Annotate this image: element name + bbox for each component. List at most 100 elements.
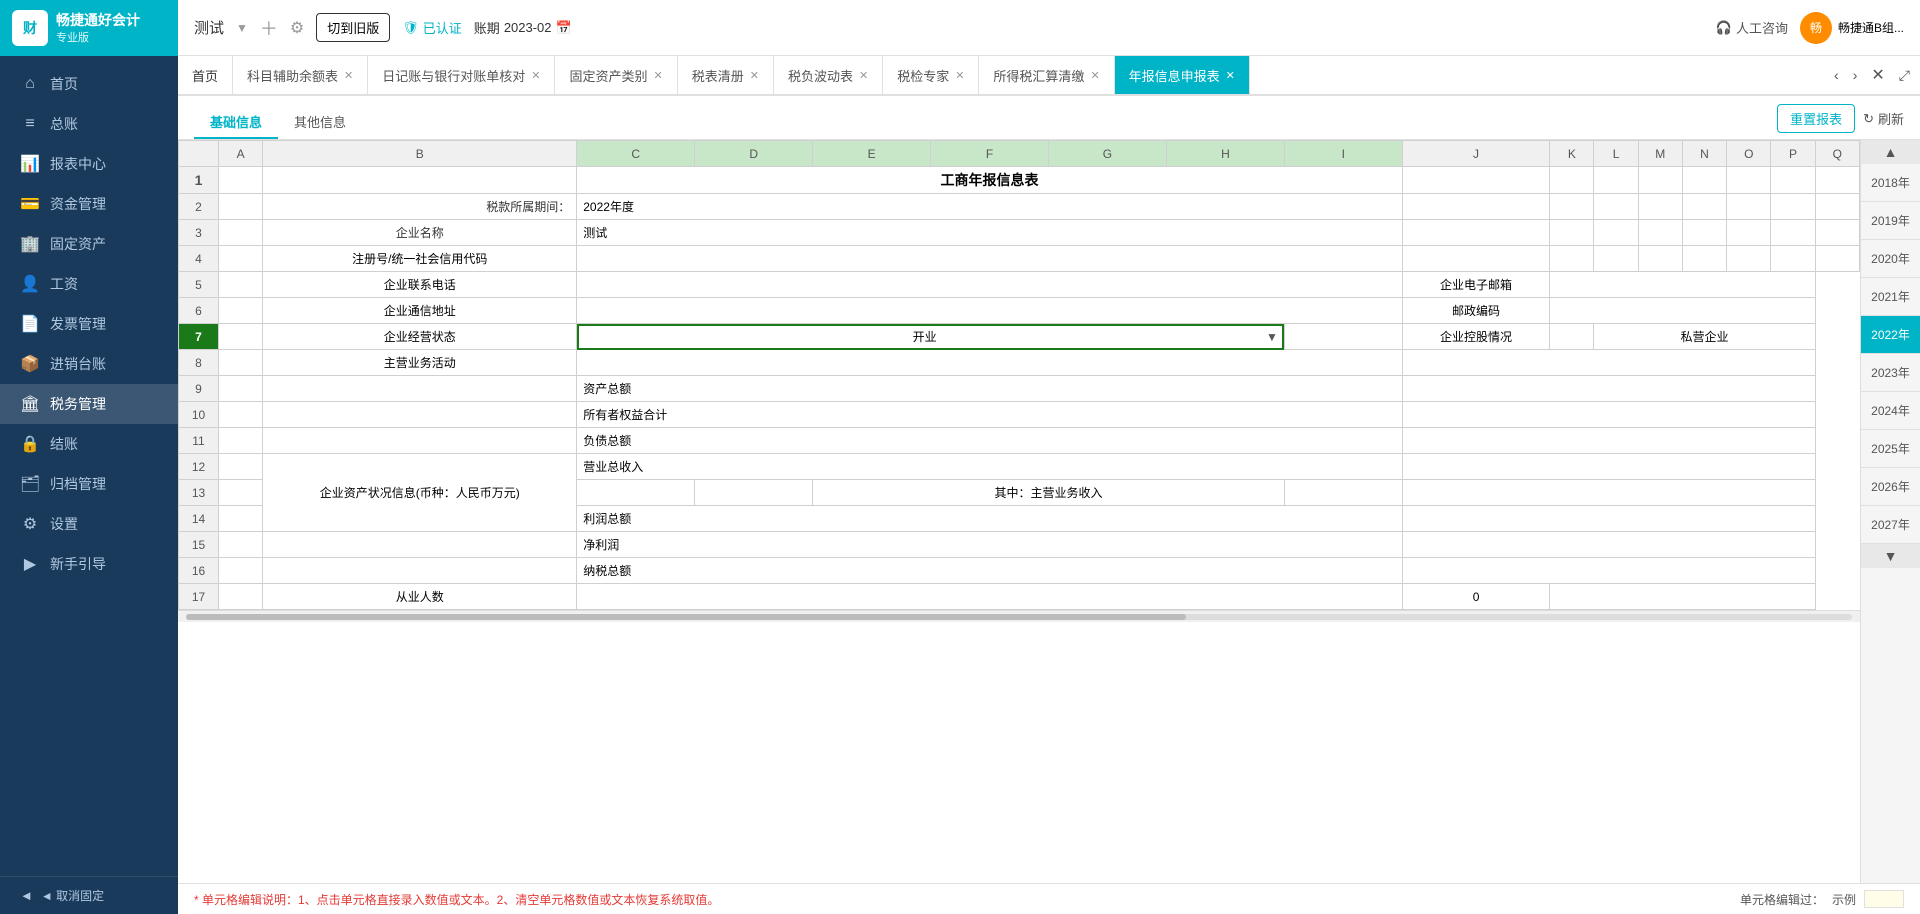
year-item-2026[interactable]: 2026年 [1861,468,1920,506]
horizontal-scrollbar[interactable] [178,610,1860,622]
cell-2-K[interactable] [1550,194,1594,220]
cell-1-Q[interactable] [1815,167,1859,194]
sidebar-item-home[interactable]: ⌂ 首页 [0,64,178,104]
cell-2-P[interactable] [1771,194,1815,220]
cell-7-L[interactable]: 私营企业 [1594,324,1815,350]
year-panel-up-arrow[interactable]: ▲ [1861,140,1920,164]
cell-14-A[interactable] [219,506,263,532]
cell-1-L[interactable] [1594,167,1638,194]
cell-2-L[interactable] [1594,194,1638,220]
cell-4-N[interactable] [1682,246,1726,272]
cell-4-C[interactable] [577,246,1403,272]
cell-3-A[interactable] [219,220,263,246]
cell-10-J[interactable] [1402,402,1815,428]
cell-15-J[interactable] [1402,532,1815,558]
cell-6-C[interactable] [577,298,1403,324]
cell-8-J[interactable] [1402,350,1815,376]
year-item-2022[interactable]: 2022年 [1861,316,1920,354]
tab-tax-expert[interactable]: 税检专家 ✕ [883,56,979,94]
cell-4-P[interactable] [1771,246,1815,272]
cell-13-E[interactable]: 其中：主营业务收入 [813,480,1285,506]
cell-1-A[interactable] [219,167,263,194]
cell-3-J[interactable] [1402,220,1549,246]
cell-4-A[interactable] [219,246,263,272]
cell-5-K[interactable] [1550,272,1815,298]
cell-17-K[interactable] [1550,584,1815,610]
cell-16-A[interactable] [219,558,263,584]
cell-3-Q[interactable] [1815,220,1859,246]
cell-3-P[interactable] [1771,220,1815,246]
cell-3-N[interactable] [1682,220,1726,246]
year-item-2020[interactable]: 2020年 [1861,240,1920,278]
cell-4-L[interactable] [1594,246,1638,272]
cell-1-M[interactable] [1638,167,1682,194]
year-item-2023[interactable]: 2023年 [1861,354,1920,392]
year-item-2027[interactable]: 2027年 [1861,506,1920,544]
cell-16-B[interactable] [263,558,577,584]
cell-17-J[interactable]: 0 [1402,584,1549,610]
tab-annual[interactable]: 年报信息申报表 ✕ [1115,56,1250,94]
cell-17-B[interactable]: 从业人数 [263,584,577,610]
cell-7-J[interactable]: 企业控股情况 [1402,324,1549,350]
cell-11-B[interactable] [263,428,577,454]
reset-report-button[interactable]: 重置报表 [1777,104,1855,133]
cell-1-K[interactable] [1550,167,1594,194]
cell-5-A[interactable] [219,272,263,298]
cell-13-A[interactable] [219,480,263,506]
cell-4-M[interactable] [1638,246,1682,272]
cell-8-B[interactable]: 主营业务活动 [263,350,577,376]
sidebar-item-invoice[interactable]: 📄 发票管理 [0,304,178,344]
cell-16-J[interactable] [1402,558,1815,584]
cell-5-B[interactable]: 企业联系电话 [263,272,577,298]
cell-6-A[interactable] [219,298,263,324]
tab-aux[interactable]: 科目辅助余额表 ✕ [233,56,368,94]
cell-1-title[interactable]: 工商年报信息表 [577,167,1403,194]
sidebar-item-stock[interactable]: 📦 进销台账 [0,344,178,384]
cell-9-B[interactable] [263,376,577,402]
tab-next-btn[interactable]: › [1847,63,1864,87]
cell-10-B[interactable] [263,402,577,428]
cell-13-J[interactable] [1402,480,1815,506]
topbar-dropdown-arrow[interactable]: ▼ [236,21,248,35]
cell-3-B[interactable]: 企业名称 [263,220,577,246]
cell-10-A[interactable] [219,402,263,428]
cell-14-C[interactable]: 利润总额 [577,506,1403,532]
tab-home[interactable]: 首页 [178,56,233,94]
spreadsheet-main[interactable]: A B C D E F G H I J K L M [178,140,1860,883]
cell-17-A[interactable] [219,584,263,610]
tab-income-tax[interactable]: 所得税汇算清缴 ✕ [979,56,1114,94]
year-item-2025[interactable]: 2025年 [1861,430,1920,468]
cell-15-C[interactable]: 净利润 [577,532,1403,558]
cell-13-I[interactable] [1284,480,1402,506]
cell-13-D[interactable] [695,480,813,506]
cell-15-A[interactable] [219,532,263,558]
cell-3-O[interactable] [1727,220,1771,246]
tab-aux-close[interactable]: ✕ [344,69,353,82]
cell-6-B[interactable]: 企业通信地址 [263,298,577,324]
cell-3-M[interactable] [1638,220,1682,246]
cell-2-Q[interactable] [1815,194,1859,220]
sidebar-item-fund[interactable]: 💳 资金管理 [0,184,178,224]
topbar-service-btn[interactable]: 🎧 人工咨询 [1716,18,1788,37]
cell-2-A[interactable] [219,194,263,220]
cell-8-C[interactable] [577,350,1403,376]
cell-9-J[interactable] [1402,376,1815,402]
tab-tax-expert-close[interactable]: ✕ [955,69,964,82]
cell-11-A[interactable] [219,428,263,454]
subtab-basic[interactable]: 基础信息 [194,106,278,139]
tab-tax-table-close[interactable]: ✕ [750,69,759,82]
tab-income-tax-close[interactable]: ✕ [1090,69,1099,82]
cell-1-B[interactable] [263,167,577,194]
cell-1-N[interactable] [1682,167,1726,194]
cell-2-J[interactable] [1402,194,1549,220]
tab-bank-close[interactable]: ✕ [531,69,540,82]
cell-9-A[interactable] [219,376,263,402]
cell-11-J[interactable] [1402,428,1815,454]
cell-17-C[interactable] [577,584,1403,610]
cell-4-K[interactable] [1550,246,1594,272]
cell-8-A[interactable] [219,350,263,376]
cell-7-K[interactable] [1550,324,1594,350]
cell-4-O[interactable] [1727,246,1771,272]
sidebar-item-salary[interactable]: 👤 工资 [0,264,178,304]
cell-2-N[interactable] [1682,194,1726,220]
